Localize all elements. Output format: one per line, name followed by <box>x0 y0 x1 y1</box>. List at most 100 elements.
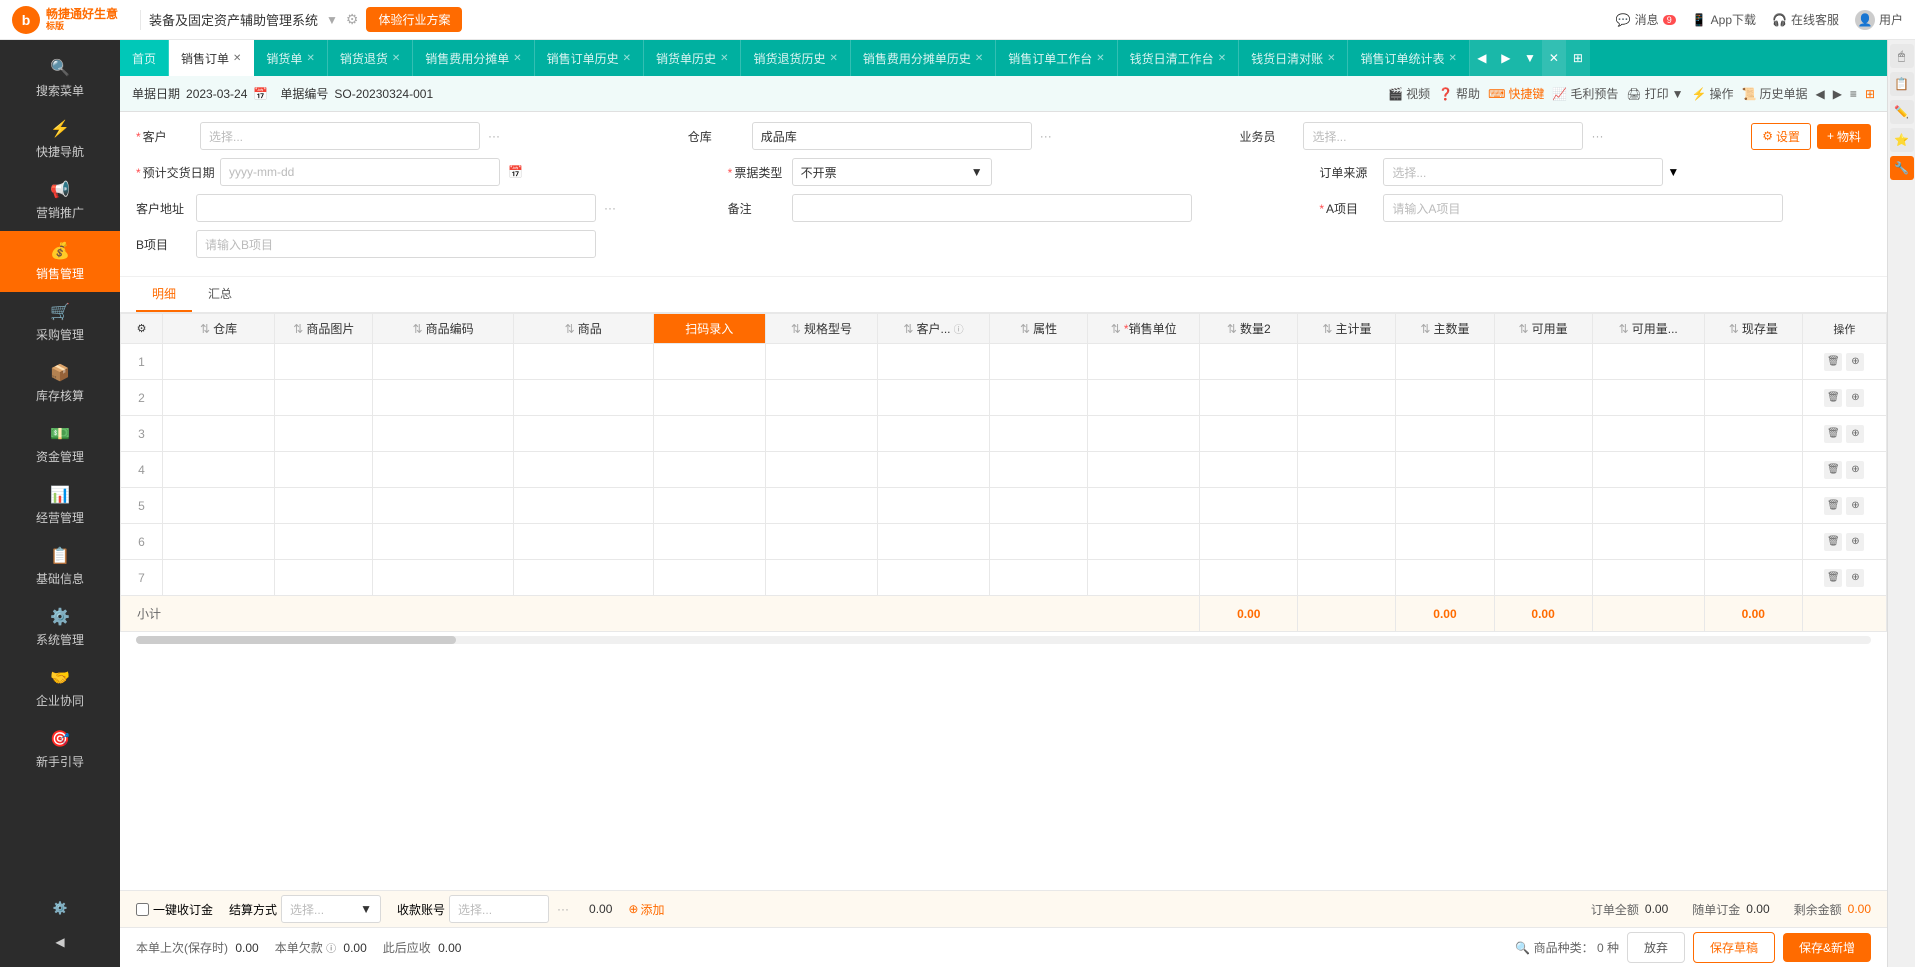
sidebar-item-collab[interactable]: 🤝 企业协同 <box>0 658 120 719</box>
row-1-unit[interactable] <box>1088 344 1200 380</box>
copy-icon-2[interactable]: ⊕ <box>1846 389 1864 407</box>
row-3-qty2[interactable] <box>1200 416 1298 452</box>
shortcut-btn[interactable]: ⌨ 快捷键 <box>1488 85 1544 102</box>
tab-nav-prev[interactable]: ◀ <box>1470 40 1494 76</box>
tab-daily-clear-close[interactable]: ✕ <box>1218 53 1226 64</box>
tab-return-close[interactable]: ✕ <box>392 53 400 64</box>
row-1-image[interactable] <box>275 344 373 380</box>
tab-fee-split-close[interactable]: ✕ <box>513 53 521 64</box>
tab-goods-history-close[interactable]: ✕ <box>720 53 728 64</box>
sidebar-item-basic-info[interactable]: 📋 基础信息 <box>0 536 120 597</box>
bank-account-select[interactable]: 选择... <box>449 895 549 923</box>
row-1-product[interactable] <box>513 344 653 380</box>
row-1-available2[interactable] <box>1592 344 1704 380</box>
discard-btn[interactable]: 放弃 <box>1627 932 1685 963</box>
row-3-attr[interactable] <box>990 416 1088 452</box>
row-3-available[interactable] <box>1494 416 1592 452</box>
copy-icon-3[interactable]: ⊕ <box>1846 425 1864 443</box>
row-3-unit[interactable] <box>1088 416 1200 452</box>
row-1-spec[interactable] <box>765 344 877 380</box>
help-btn[interactable]: ❓ 帮助 <box>1438 85 1480 102</box>
operation-btn[interactable]: ⚡ 操作 <box>1692 85 1734 102</box>
delete-icon-6[interactable]: 🗑 <box>1824 533 1842 551</box>
copy-icon-6[interactable]: ⊕ <box>1846 533 1864 551</box>
salesperson-input[interactable]: 选择... <box>1303 122 1583 150</box>
history-btn[interactable]: 📜 历史单据 <box>1741 85 1807 102</box>
tab-nav-next[interactable]: ▶ <box>1494 40 1518 76</box>
delete-icon-4[interactable]: 🗑 <box>1824 461 1842 479</box>
prev-record-btn[interactable]: ◀ <box>1815 87 1824 101</box>
sidebar-item-system[interactable]: ⚙️ 系统管理 <box>0 597 120 658</box>
expand-icon[interactable]: ▼ <box>326 13 338 27</box>
scrollbar-thumb[interactable] <box>136 636 456 644</box>
row-2-customer[interactable] <box>877 380 989 416</box>
bank-more-btn[interactable]: ··· <box>557 902 569 916</box>
row-2-main-unit[interactable] <box>1298 380 1396 416</box>
add-item-btn[interactable]: + 物料 <box>1817 124 1871 149</box>
row-1-code[interactable] <box>373 344 513 380</box>
notification-area[interactable]: 💬 消息 9 <box>1616 11 1676 28</box>
row-2-code[interactable] <box>373 380 513 416</box>
col-scan[interactable]: 扫码录入 <box>653 314 765 344</box>
panel-btn-3[interactable]: ✏️ <box>1890 100 1914 124</box>
customer-input[interactable]: 选择... <box>200 122 480 150</box>
delete-icon-2[interactable]: 🗑 <box>1824 389 1842 407</box>
row-3-current[interactable] <box>1704 416 1802 452</box>
user-menu[interactable]: 👤 用户 <box>1855 10 1903 30</box>
delivery-date-input[interactable]: yyyy-mm-dd <box>220 158 500 186</box>
panel-btn-1[interactable]: 🖱 <box>1890 44 1914 68</box>
calendar-icon[interactable]: 📅 <box>253 87 268 101</box>
tab-fee-history-close[interactable]: ✕ <box>975 53 983 64</box>
row-1-customer[interactable] <box>877 344 989 380</box>
row-1-main-qty[interactable] <box>1396 344 1494 380</box>
customer-more-btn[interactable]: ··· <box>488 129 500 143</box>
settings-icon[interactable]: ⚙ <box>346 11 359 28</box>
sidebar-item-purchase[interactable]: 🛒 采购管理 <box>0 292 120 353</box>
app-download[interactable]: 📱 App下载 <box>1692 11 1756 28</box>
sidebar-item-inventory[interactable]: 📦 库存核算 <box>0 353 120 414</box>
sidebar-settings-btn[interactable]: ⚙️ <box>47 895 74 921</box>
order-source-input[interactable]: 选择... <box>1383 158 1663 186</box>
sidebar-collapse-btn[interactable]: ◀ <box>49 929 70 955</box>
row-2-available2[interactable] <box>1592 380 1704 416</box>
tab-reconcile[interactable]: 钱货日清对账 ✕ <box>1239 40 1348 76</box>
tab-sales-goods-close[interactable]: ✕ <box>306 53 314 64</box>
one-click-settle[interactable]: 一键收订金 <box>136 901 213 918</box>
row-2-product[interactable] <box>513 380 653 416</box>
customer-address-input[interactable] <box>196 194 596 222</box>
address-more-btn[interactable]: ··· <box>604 201 616 215</box>
online-service[interactable]: 🎧 在线客服 <box>1772 11 1839 28</box>
col-settings[interactable]: ⚙ <box>121 314 163 344</box>
row-2-unit[interactable] <box>1088 380 1200 416</box>
row-1-scan[interactable] <box>653 344 765 380</box>
tab-order-workbench-close[interactable]: ✕ <box>1096 53 1104 64</box>
row-3-scan[interactable] <box>653 416 765 452</box>
row-1-qty2[interactable] <box>1200 344 1298 380</box>
sidebar-item-search[interactable]: 🔍 搜索菜单 <box>0 48 120 109</box>
table-scrollbar[interactable] <box>136 636 1871 644</box>
tab-fee-split[interactable]: 销售费用分摊单 ✕ <box>413 40 534 76</box>
sidebar-item-finance[interactable]: 💵 资金管理 <box>0 414 120 475</box>
sidebar-item-operations[interactable]: 📊 经营管理 <box>0 475 120 536</box>
remark-input[interactable] <box>792 194 1192 222</box>
tab-sales-order-close[interactable]: ✕ <box>233 53 241 64</box>
b-project-input[interactable]: 请输入B项目 <box>196 230 596 258</box>
tab-reconcile-close[interactable]: ✕ <box>1327 53 1335 64</box>
row-3-main-unit[interactable] <box>1298 416 1396 452</box>
row-1-attr[interactable] <box>990 344 1088 380</box>
tab-sales-goods[interactable]: 销货单 ✕ <box>254 40 327 76</box>
row-2-image[interactable] <box>275 380 373 416</box>
row-1-available[interactable] <box>1494 344 1592 380</box>
tab-home[interactable]: 首页 <box>120 40 169 76</box>
tab-layout-toggle[interactable]: ⊞ <box>1566 40 1590 76</box>
row-2-attr[interactable] <box>990 380 1088 416</box>
warehouse-input[interactable]: 成品库 <box>752 122 1032 150</box>
row-2-scan[interactable] <box>653 380 765 416</box>
row-2-main-qty[interactable] <box>1396 380 1494 416</box>
next-record-btn[interactable]: ▶ <box>1833 87 1842 101</box>
copy-icon-4[interactable]: ⊕ <box>1846 461 1864 479</box>
delete-icon-3[interactable]: 🗑 <box>1824 425 1842 443</box>
tab-order-workbench[interactable]: 销售订单工作台 ✕ <box>996 40 1117 76</box>
grid-view-btn[interactable]: ⊞ <box>1865 87 1875 101</box>
row-3-image[interactable] <box>275 416 373 452</box>
